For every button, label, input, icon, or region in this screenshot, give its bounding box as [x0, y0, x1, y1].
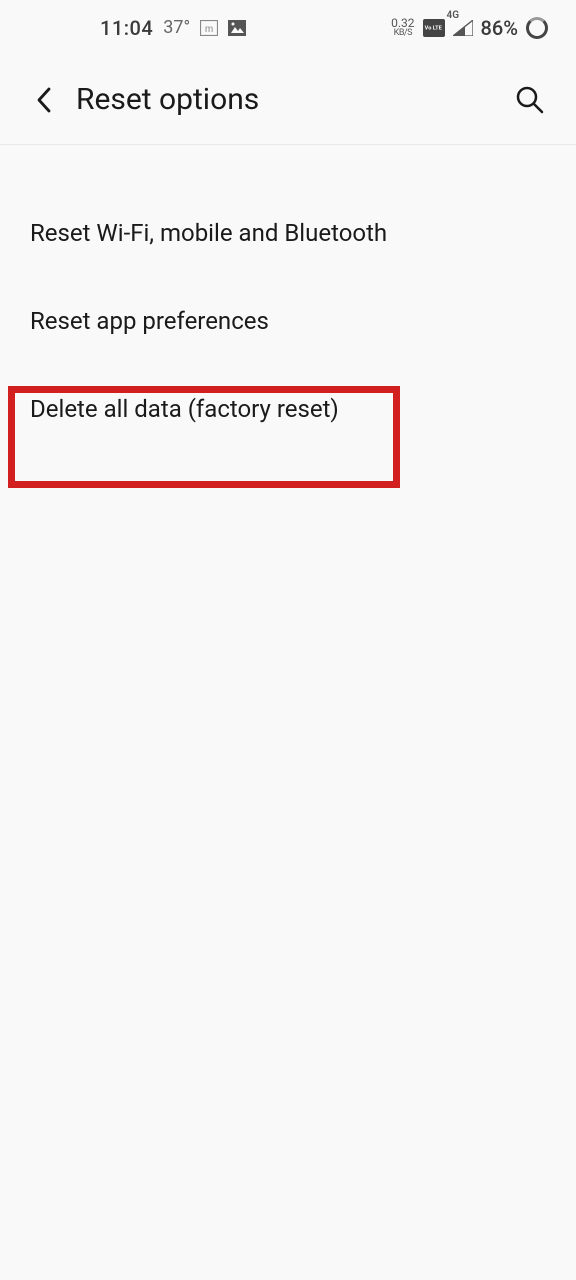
status-temperature: 37°: [163, 17, 190, 38]
search-button[interactable]: [512, 82, 548, 118]
network-gen: 4G: [447, 10, 460, 21]
option-label: Reset app preferences: [30, 307, 269, 335]
status-bar: 11:04 37° m 0.32 KB/S Vo LTE 4G 86%: [0, 0, 576, 55]
option-reset-app-prefs[interactable]: Reset app preferences: [0, 277, 576, 365]
battery-percent: 86%: [481, 16, 518, 40]
status-left: 11:04 37° m: [100, 16, 246, 40]
svg-text:m: m: [205, 24, 213, 35]
page-title: Reset options: [76, 82, 512, 117]
battery-ring-icon: [526, 17, 548, 39]
option-factory-reset[interactable]: Delete all data (factory reset): [0, 365, 576, 453]
page-header: Reset options: [0, 55, 576, 145]
status-right: 0.32 KB/S Vo LTE 4G 86%: [391, 16, 548, 40]
chevron-left-icon: [36, 86, 52, 114]
volte-icon: Vo LTE: [423, 19, 445, 37]
status-time: 11:04: [100, 16, 153, 40]
options-list: Reset Wi-Fi, mobile and Bluetooth Reset …: [0, 145, 576, 453]
signal-icon: 4G: [453, 20, 473, 36]
option-reset-network[interactable]: Reset Wi-Fi, mobile and Bluetooth: [0, 189, 576, 277]
back-button[interactable]: [28, 84, 60, 116]
search-icon: [515, 85, 545, 115]
option-label: Delete all data (factory reset): [30, 395, 339, 423]
network-speed: 0.32 KB/S: [391, 17, 414, 38]
kbs-unit: KB/S: [391, 29, 414, 38]
option-label: Reset Wi-Fi, mobile and Bluetooth: [30, 219, 387, 247]
image-icon: [228, 19, 246, 37]
m-box-icon: m: [200, 19, 218, 37]
